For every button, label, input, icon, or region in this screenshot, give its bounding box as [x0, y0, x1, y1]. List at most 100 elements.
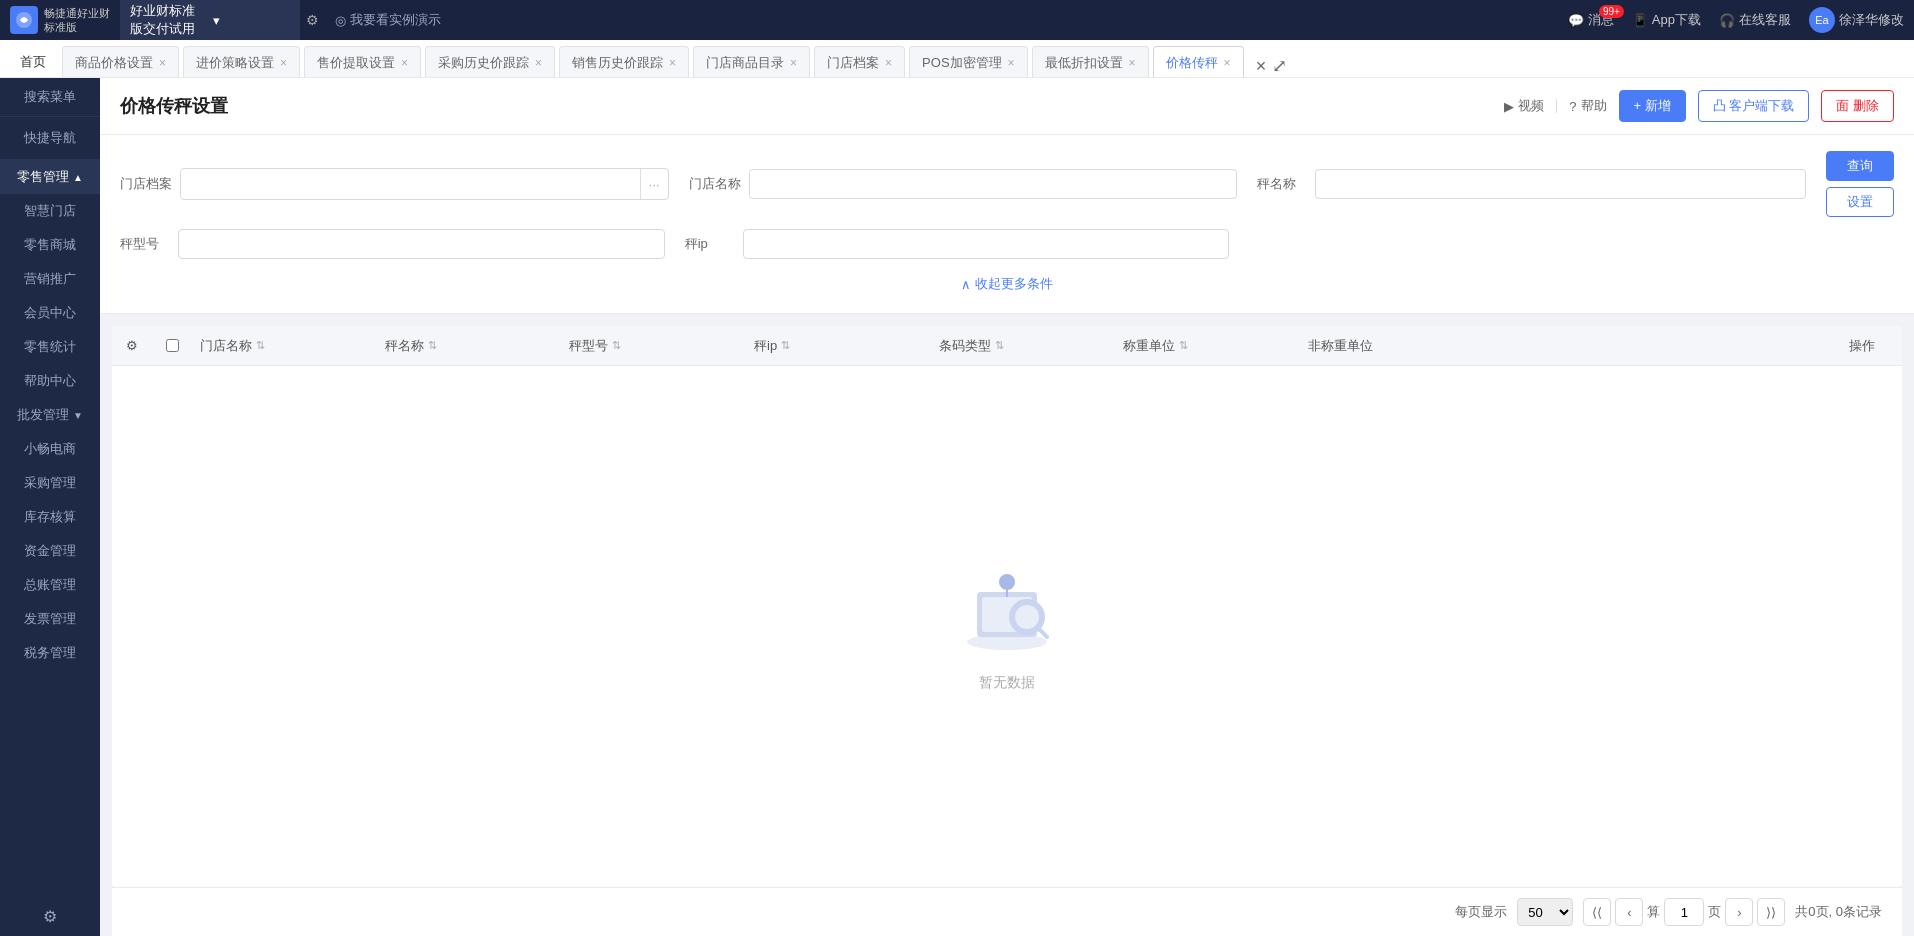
- scale-model-input[interactable]: [178, 229, 665, 259]
- user-menu[interactable]: Ea 徐泽华修改: [1809, 7, 1904, 33]
- select-all-checkbox[interactable]: [166, 339, 179, 352]
- tab-product-price[interactable]: 商品价格设置 ×: [62, 46, 179, 78]
- store-name-input[interactable]: [749, 169, 1238, 199]
- th-gear[interactable]: ⚙: [112, 338, 152, 353]
- close-icon[interactable]: ×: [401, 56, 408, 70]
- table-body: 暂无数据: [112, 366, 1902, 887]
- sort-icon[interactable]: ⇅: [428, 339, 437, 352]
- selector-text: 好业财标准版交付试用: [130, 2, 207, 38]
- tab-sales-history[interactable]: 销售历史价跟踪 ×: [559, 46, 689, 78]
- th-scale-name: 秤名称 ⇅: [377, 337, 562, 355]
- tab-sale-extract[interactable]: 售价提取设置 ×: [304, 46, 421, 78]
- close-icon[interactable]: ×: [280, 56, 287, 70]
- sidebar-item-tax[interactable]: 税务管理: [0, 636, 100, 670]
- th-operation: 操作: [1822, 337, 1902, 355]
- sidebar-item-retail-mall[interactable]: 零售商城: [0, 228, 100, 262]
- sidebar-item-quick-nav[interactable]: 快捷导航: [0, 121, 100, 155]
- sidebar-item-inventory[interactable]: 库存核算: [0, 500, 100, 534]
- tab-price-scale[interactable]: 价格传秤 ×: [1153, 46, 1244, 78]
- tab-purchase-history[interactable]: 采购历史价跟踪 ×: [425, 46, 555, 78]
- selector-gear-icon[interactable]: ⚙: [306, 12, 319, 28]
- page-title: 价格传秤设置: [120, 94, 228, 118]
- prev-page-button[interactable]: ‹: [1615, 898, 1643, 926]
- download-client-button[interactable]: 凸 客户端下载: [1698, 90, 1810, 122]
- tab-label: 门店档案: [827, 54, 879, 72]
- sort-icon[interactable]: ⇅: [1179, 339, 1188, 352]
- close-tab-button[interactable]: ×: [1256, 56, 1267, 77]
- query-button[interactable]: 查询: [1826, 151, 1894, 181]
- tab-store-catalog[interactable]: 门店商品目录 ×: [693, 46, 810, 78]
- online-service-button[interactable]: 🎧 在线客服: [1719, 11, 1791, 29]
- sidebar-settings-icon[interactable]: ⚙: [0, 907, 100, 926]
- sidebar-search[interactable]: 搜索菜单: [0, 78, 100, 117]
- avatar: Ea: [1809, 7, 1835, 33]
- sidebar-item-marketing[interactable]: 营销推广: [0, 262, 100, 296]
- first-page-button[interactable]: ⟨⟨: [1583, 898, 1611, 926]
- close-icon[interactable]: ×: [885, 56, 892, 70]
- sidebar-item-ledger[interactable]: 总账管理: [0, 568, 100, 602]
- per-page-label: 每页显示: [1455, 903, 1507, 921]
- setting-filter-button[interactable]: 设置: [1826, 187, 1894, 217]
- help-icon: ?: [1569, 99, 1576, 114]
- sidebar-item-invoice[interactable]: 发票管理: [0, 602, 100, 636]
- help-link[interactable]: ? 帮助: [1569, 97, 1606, 115]
- download-icon: 📱: [1632, 13, 1648, 28]
- video-link[interactable]: ▶ 视频: [1504, 97, 1544, 115]
- close-icon[interactable]: ×: [1008, 56, 1015, 70]
- svg-line-6: [1037, 627, 1047, 637]
- demo-link[interactable]: ◎ 我要看实例演示: [335, 11, 441, 29]
- sidebar-item-ecommerce[interactable]: 小畅电商: [0, 432, 100, 466]
- tab-label: 售价提取设置: [317, 54, 395, 72]
- page-number-input[interactable]: [1664, 898, 1704, 926]
- messages-badge: 99+: [1599, 5, 1624, 18]
- close-icon[interactable]: ×: [535, 56, 542, 70]
- tab-home[interactable]: 首页: [8, 46, 58, 78]
- sidebar-item-purchase[interactable]: 采购管理: [0, 466, 100, 500]
- table-gear-icon[interactable]: ⚙: [126, 338, 138, 353]
- last-page-button[interactable]: ⟩⟩: [1757, 898, 1785, 926]
- tab-min-discount[interactable]: 最低折扣设置 ×: [1032, 46, 1149, 78]
- close-icon[interactable]: ×: [669, 56, 676, 70]
- sidebar-item-help[interactable]: 帮助中心: [0, 364, 100, 398]
- sort-icon[interactable]: ⇅: [781, 339, 790, 352]
- store-file-more-icon[interactable]: ···: [640, 169, 668, 199]
- sort-icon[interactable]: ⇅: [256, 339, 265, 352]
- sort-icon[interactable]: ⇅: [995, 339, 1004, 352]
- sidebar-item-membership[interactable]: 会员中心: [0, 296, 100, 330]
- next-page-button[interactable]: ›: [1725, 898, 1753, 926]
- tab-label: 价格传秤: [1166, 54, 1218, 72]
- tab-purchase-strategy[interactable]: 进价策略设置 ×: [183, 46, 300, 78]
- svg-point-5: [1015, 605, 1039, 629]
- sidebar-item-smart-store[interactable]: 智慧门店: [0, 194, 100, 228]
- sidebar-item-retail-stats[interactable]: 零售统计: [0, 330, 100, 364]
- version-selector[interactable]: 好业财标准版交付试用 ▾: [120, 0, 300, 42]
- scale-ip-label: 秤ip: [685, 235, 735, 253]
- scale-name-input[interactable]: [1315, 169, 1806, 199]
- messages-button[interactable]: 💬 消息 99+: [1568, 11, 1614, 29]
- tab-pos-security[interactable]: POS加密管理 ×: [909, 46, 1027, 78]
- app-download-button[interactable]: 📱 App下载: [1632, 11, 1701, 29]
- add-button[interactable]: + 新增: [1619, 90, 1686, 122]
- close-icon[interactable]: ×: [1224, 56, 1231, 70]
- close-icon[interactable]: ×: [159, 56, 166, 70]
- sidebar-item-finance[interactable]: 资金管理: [0, 534, 100, 568]
- scale-name-filter: 秤名称: [1257, 169, 1806, 199]
- sidebar-item-retail[interactable]: 零售管理▲: [0, 160, 100, 194]
- sidebar-item-wholesale[interactable]: 批发管理▼: [0, 398, 100, 432]
- delete-button[interactable]: 面 删除: [1821, 90, 1894, 122]
- close-icon[interactable]: ×: [790, 56, 797, 70]
- sidebar: 搜索菜单 快捷导航 零售管理▲ 智慧门店 零售商城 营销推广 会员中心 零售统计…: [0, 78, 100, 936]
- th-label: 操作: [1849, 337, 1875, 355]
- th-checkbox[interactable]: [152, 339, 192, 352]
- tab-store-file[interactable]: 门店档案 ×: [814, 46, 905, 78]
- scale-ip-input[interactable]: [743, 229, 1230, 259]
- per-page-select[interactable]: 50 10 20 100: [1517, 898, 1573, 926]
- nav-tabs-bar: 首页 商品价格设置 × 进价策略设置 × 售价提取设置 × 采购历史价跟踪 × …: [0, 40, 1914, 78]
- sort-icon[interactable]: ⇅: [612, 339, 621, 352]
- store-file-input[interactable]: [181, 169, 640, 199]
- collapse-filter-button[interactable]: ∧ 收起更多条件: [120, 271, 1894, 297]
- store-file-filter: 门店档案 ···: [120, 168, 669, 200]
- logo-text: 畅捷通好业财 标准版: [44, 6, 110, 35]
- close-icon[interactable]: ×: [1129, 56, 1136, 70]
- expand-tab-button[interactable]: ⤢: [1272, 55, 1287, 77]
